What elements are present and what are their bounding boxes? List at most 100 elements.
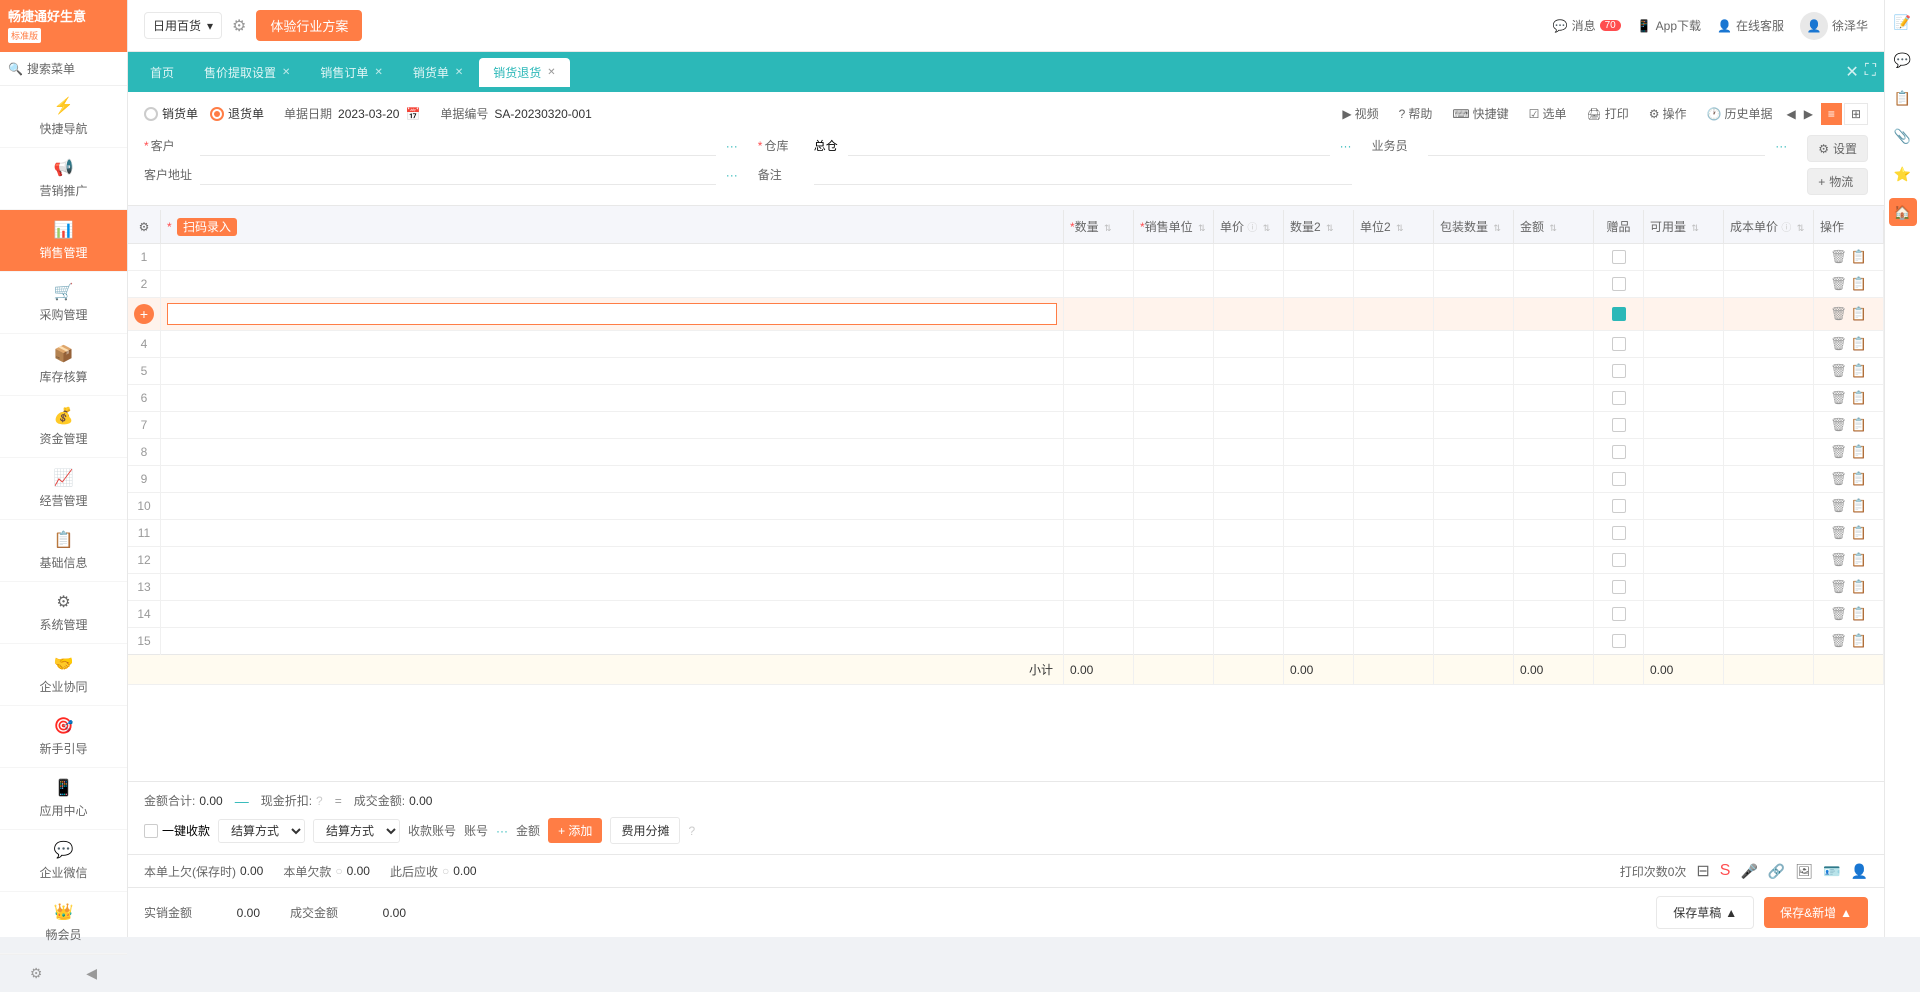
cost-info-icon[interactable]: ⓘ [1781, 223, 1791, 234]
row-gift[interactable] [1594, 244, 1644, 271]
online-service-button[interactable]: 👤 在线客服 [1717, 17, 1784, 34]
row-pkg[interactable] [1434, 244, 1514, 271]
amount-sort-icon[interactable]: ⇅ [1549, 223, 1557, 233]
row-qty-active[interactable] [1064, 298, 1134, 331]
row-pkg-active[interactable] [1434, 298, 1514, 331]
calendar-icon[interactable]: 📅 [405, 107, 420, 121]
sidebar-collapse-icon[interactable]: ◀ [86, 965, 97, 982]
gift-checkbox[interactable] [1612, 391, 1626, 405]
copy-row-icon[interactable]: 📋 [1851, 363, 1867, 379]
right-panel-attach-btn[interactable]: 📎 [1889, 122, 1917, 150]
sidebar-item-marketing[interactable]: 📢 营销推广 [0, 148, 127, 210]
account-dots-icon[interactable]: ··· [496, 824, 508, 838]
radio-return[interactable]: 退货单 [210, 105, 264, 122]
app-download-button[interactable]: 📱 App下载 [1637, 17, 1701, 34]
tab-sales-order[interactable]: 销售订单 ✕ [306, 58, 396, 87]
row-product[interactable] [161, 271, 1064, 298]
discount-help-icon[interactable]: ? [316, 794, 323, 808]
salesperson-input[interactable] [1428, 135, 1766, 156]
scan-button[interactable]: 扫码录入 [177, 218, 237, 236]
qty2-sort-icon[interactable]: ⇅ [1326, 223, 1334, 233]
delete-row-icon[interactable]: 🗑 [1830, 249, 1847, 265]
right-panel-home-btn[interactable]: 🏠 [1889, 198, 1917, 226]
split-help-icon[interactable]: ? [688, 824, 695, 838]
sidebar-item-app-center[interactable]: 📱 应用中心 [0, 768, 127, 830]
delete-row-icon[interactable]: 🗑 [1830, 606, 1847, 622]
row-price-active[interactable] [1214, 298, 1284, 331]
help-btn[interactable]: ? 帮助 [1393, 102, 1439, 125]
gift-checkbox[interactable] [1612, 445, 1626, 459]
sidebar-item-system[interactable]: ⚙ 系统管理 [0, 582, 127, 644]
copy-row-icon[interactable]: 📋 [1851, 525, 1867, 541]
delete-row-icon[interactable]: 🗑 [1830, 471, 1847, 487]
price-info-icon[interactable]: ⓘ [1247, 223, 1257, 234]
row-cost[interactable] [1724, 271, 1814, 298]
sidebar-item-shortcut[interactable]: ⚡ 快捷导航 [0, 86, 127, 148]
calc-method-select[interactable]: 结算方式 [218, 819, 305, 843]
copy-row-icon[interactable]: 📋 [1851, 417, 1867, 433]
row-amount[interactable] [1514, 271, 1594, 298]
history-btn[interactable]: 🕐 历史单据 [1700, 102, 1778, 125]
gift-checkbox[interactable] [1612, 364, 1626, 378]
gift-checkbox[interactable] [1612, 526, 1626, 540]
address-select-icon[interactable]: ··· [726, 168, 738, 182]
settings-gear-icon[interactable]: ⚙ [232, 16, 246, 36]
right-panel-comment-btn[interactable]: 💬 [1889, 46, 1917, 74]
qty-sort-icon[interactable]: ⇅ [1104, 223, 1112, 233]
delete-row-icon[interactable]: 🗑 [1830, 276, 1847, 292]
row-unit2[interactable] [1354, 271, 1434, 298]
tab-close-icon[interactable]: ✕ [374, 67, 382, 78]
right-panel-history-btn[interactable]: 📋 [1889, 84, 1917, 112]
tab-sales-delivery[interactable]: 销货单 ✕ [399, 58, 477, 87]
sidebar-item-sales[interactable]: 📊 销售管理 [0, 210, 127, 272]
delete-row-icon[interactable]: 🗑 [1830, 525, 1847, 541]
nav-next-icon[interactable]: ▶ [1804, 107, 1813, 121]
sidebar-settings-icon[interactable]: ⚙ [30, 965, 43, 982]
tab-price-setting[interactable]: 售价提取设置 ✕ [190, 58, 304, 87]
delete-row-icon[interactable]: 🗑 [1830, 336, 1847, 352]
copy-row-icon[interactable]: 📋 [1851, 633, 1867, 649]
video-btn[interactable]: ▶ 视频 [1336, 102, 1384, 125]
copy-row-icon[interactable]: 📋 [1851, 249, 1867, 265]
delete-row-icon[interactable]: 🗑 [1830, 444, 1847, 460]
salesperson-select-icon[interactable]: ··· [1775, 139, 1787, 153]
address-input[interactable] [200, 164, 716, 185]
radio-sales[interactable]: 销货单 [144, 105, 198, 122]
view-list-btn[interactable]: ≡ [1821, 103, 1842, 125]
split-button[interactable]: 费用分摊 [610, 817, 680, 844]
logistics-side-button[interactable]: + 物流 [1807, 168, 1868, 195]
row-unit2-active[interactable] [1354, 298, 1434, 331]
maximize-icon[interactable]: ⛶ [1865, 62, 1876, 82]
settings-side-button[interactable]: ⚙ 设置 [1807, 135, 1868, 162]
sidebar-item-wechat[interactable]: 💬 企业微信 [0, 830, 127, 892]
copy-row-icon[interactable]: 📋 [1851, 552, 1867, 568]
row-qty[interactable] [1064, 271, 1134, 298]
gift-checkbox[interactable] [1612, 634, 1626, 648]
gift-checkbox[interactable] [1612, 277, 1626, 291]
select-btn[interactable]: ☑ 选单 [1523, 102, 1573, 125]
copy-row-icon[interactable]: 📋 [1851, 306, 1867, 322]
sidebar-item-inventory[interactable]: 📦 库存核算 [0, 334, 127, 396]
copy-row-icon[interactable]: 📋 [1851, 336, 1867, 352]
view-grid-btn[interactable]: ⊞ [1844, 103, 1868, 125]
gift-checkbox[interactable] [1612, 499, 1626, 513]
row-gift-active[interactable] [1594, 298, 1644, 331]
product-input[interactable] [167, 250, 1057, 264]
delete-row-icon[interactable]: 🗑 [1830, 498, 1847, 514]
gift-checkbox[interactable] [1612, 418, 1626, 432]
delete-row-icon[interactable]: 🗑 [1830, 363, 1847, 379]
row-avail-active[interactable] [1644, 298, 1724, 331]
row-qty[interactable] [1064, 244, 1134, 271]
unit2-sort-icon[interactable]: ⇅ [1396, 223, 1404, 233]
close-tab-icon[interactable]: ✕ [1845, 62, 1858, 82]
print-btn[interactable]: 🖨 打印 [1580, 102, 1634, 125]
gift-checkbox[interactable] [1612, 250, 1626, 264]
message-button[interactable]: 💬 消息 70 [1553, 17, 1621, 34]
copy-row-icon[interactable]: 📋 [1851, 444, 1867, 460]
save-new-button[interactable]: 保存&新增 ▲ [1764, 897, 1868, 928]
row-qty2[interactable] [1284, 271, 1354, 298]
tab-home[interactable]: 首页 [136, 58, 188, 87]
row-product[interactable] [161, 244, 1064, 271]
tab-close-icon[interactable]: ✕ [547, 67, 555, 78]
sidebar-item-member[interactable]: 👑 畅会员 [0, 892, 127, 954]
